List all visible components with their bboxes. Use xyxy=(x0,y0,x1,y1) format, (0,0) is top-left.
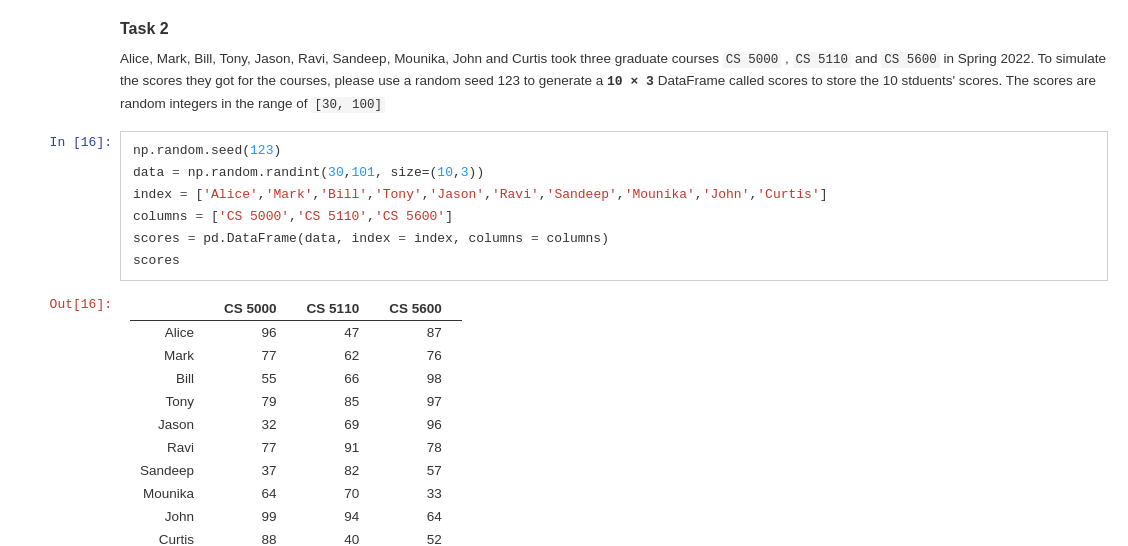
table-row: Curtis 88 40 52 xyxy=(130,528,462,546)
output-area: CS 5000 CS 5110 CS 5600 Alice 96 47 87 M… xyxy=(120,293,1108,546)
table-row: Sandeep 37 82 57 xyxy=(130,459,462,482)
cs5000-score: 64 xyxy=(214,482,297,505)
cs5000-score: 77 xyxy=(214,344,297,367)
score-range: [30, 100] xyxy=(311,97,385,113)
table-row: Alice 96 47 87 xyxy=(130,321,462,345)
student-name: Sandeep xyxy=(130,459,214,482)
cs5110-score: 94 xyxy=(297,505,380,528)
cs5110-score: 85 xyxy=(297,390,380,413)
cs5000-score: 55 xyxy=(214,367,297,390)
col-header-cs5110: CS 5110 xyxy=(297,297,380,321)
table-row: Bill 55 66 98 xyxy=(130,367,462,390)
cs5600-score: 64 xyxy=(379,505,462,528)
col-header-cs5600: CS 5600 xyxy=(379,297,462,321)
cs5000-score: 79 xyxy=(214,390,297,413)
cs5600-score: 87 xyxy=(379,321,462,345)
table-row: Ravi 77 91 78 xyxy=(130,436,462,459)
dataframe-size: 10 × 3 xyxy=(607,74,654,89)
course3-code: CS 5600 xyxy=(881,52,940,68)
cs5600-score: 57 xyxy=(379,459,462,482)
table-row: Mark 77 62 76 xyxy=(130,344,462,367)
cs5000-score: 99 xyxy=(214,505,297,528)
cs5600-score: 96 xyxy=(379,413,462,436)
student-name: John xyxy=(130,505,214,528)
code-block[interactable]: np.random.seed(123) data = np.random.ran… xyxy=(120,131,1108,282)
cs5000-score: 37 xyxy=(214,459,297,482)
cs5000-score: 32 xyxy=(214,413,297,436)
cs5600-score: 97 xyxy=(379,390,462,413)
output-cell: Out[16]: CS 5000 CS 5110 CS 5600 Alice 9… xyxy=(0,293,1128,546)
cs5600-score: 33 xyxy=(379,482,462,505)
code-line-3: index = ['Alice','Mark','Bill','Tony','J… xyxy=(133,184,1095,206)
student-name: Ravi xyxy=(130,436,214,459)
code-line-4: columns = ['CS 5000','CS 5110','CS 5600'… xyxy=(133,206,1095,228)
cs5600-score: 52 xyxy=(379,528,462,546)
task-title: Task 2 xyxy=(120,20,1128,38)
cs5000-score: 96 xyxy=(214,321,297,345)
table-row: Tony 79 85 97 xyxy=(130,390,462,413)
cs5110-score: 91 xyxy=(297,436,380,459)
table-row: Mounika 64 70 33 xyxy=(130,482,462,505)
table-row: Jason 32 69 96 xyxy=(130,413,462,436)
table-row: John 99 94 64 xyxy=(130,505,462,528)
cs5110-score: 47 xyxy=(297,321,380,345)
task-description: Alice, Mark, Bill, Tony, Jason, Ravi, Sa… xyxy=(120,48,1108,115)
student-name: Alice xyxy=(130,321,214,345)
student-name: Mounika xyxy=(130,482,214,505)
code-line-6: scores xyxy=(133,250,1095,272)
student-name: Mark xyxy=(130,344,214,367)
student-name: Curtis xyxy=(130,528,214,546)
cs5600-score: 78 xyxy=(379,436,462,459)
cs5600-score: 76 xyxy=(379,344,462,367)
cs5110-score: 62 xyxy=(297,344,380,367)
student-name: Bill xyxy=(130,367,214,390)
output-label: Out[16]: xyxy=(0,293,120,312)
code-line-5: scores = pd.DataFrame(data, index = inde… xyxy=(133,228,1095,250)
cs5000-score: 88 xyxy=(214,528,297,546)
cs5600-score: 98 xyxy=(379,367,462,390)
table-header-row: CS 5000 CS 5110 CS 5600 xyxy=(130,297,462,321)
cs5110-score: 82 xyxy=(297,459,380,482)
cs5110-score: 40 xyxy=(297,528,380,546)
student-name: Jason xyxy=(130,413,214,436)
col-header-cs5000: CS 5000 xyxy=(214,297,297,321)
cs5110-score: 66 xyxy=(297,367,380,390)
course2-code: CS 5110 xyxy=(793,52,852,68)
code-line-2: data = np.random.randint(30,101, size=(1… xyxy=(133,162,1095,184)
course1-code: CS 5000 xyxy=(723,52,782,68)
input-label: In [16]: xyxy=(0,131,120,150)
scores-table: CS 5000 CS 5110 CS 5600 Alice 96 47 87 M… xyxy=(130,297,462,546)
cs5110-score: 70 xyxy=(297,482,380,505)
student-name: Tony xyxy=(130,390,214,413)
input-cell: In [16]: np.random.seed(123) data = np.r… xyxy=(0,131,1128,282)
cs5000-score: 77 xyxy=(214,436,297,459)
col-header-name xyxy=(130,297,214,321)
code-line-1: np.random.seed(123) xyxy=(133,140,1095,162)
cs5110-score: 69 xyxy=(297,413,380,436)
